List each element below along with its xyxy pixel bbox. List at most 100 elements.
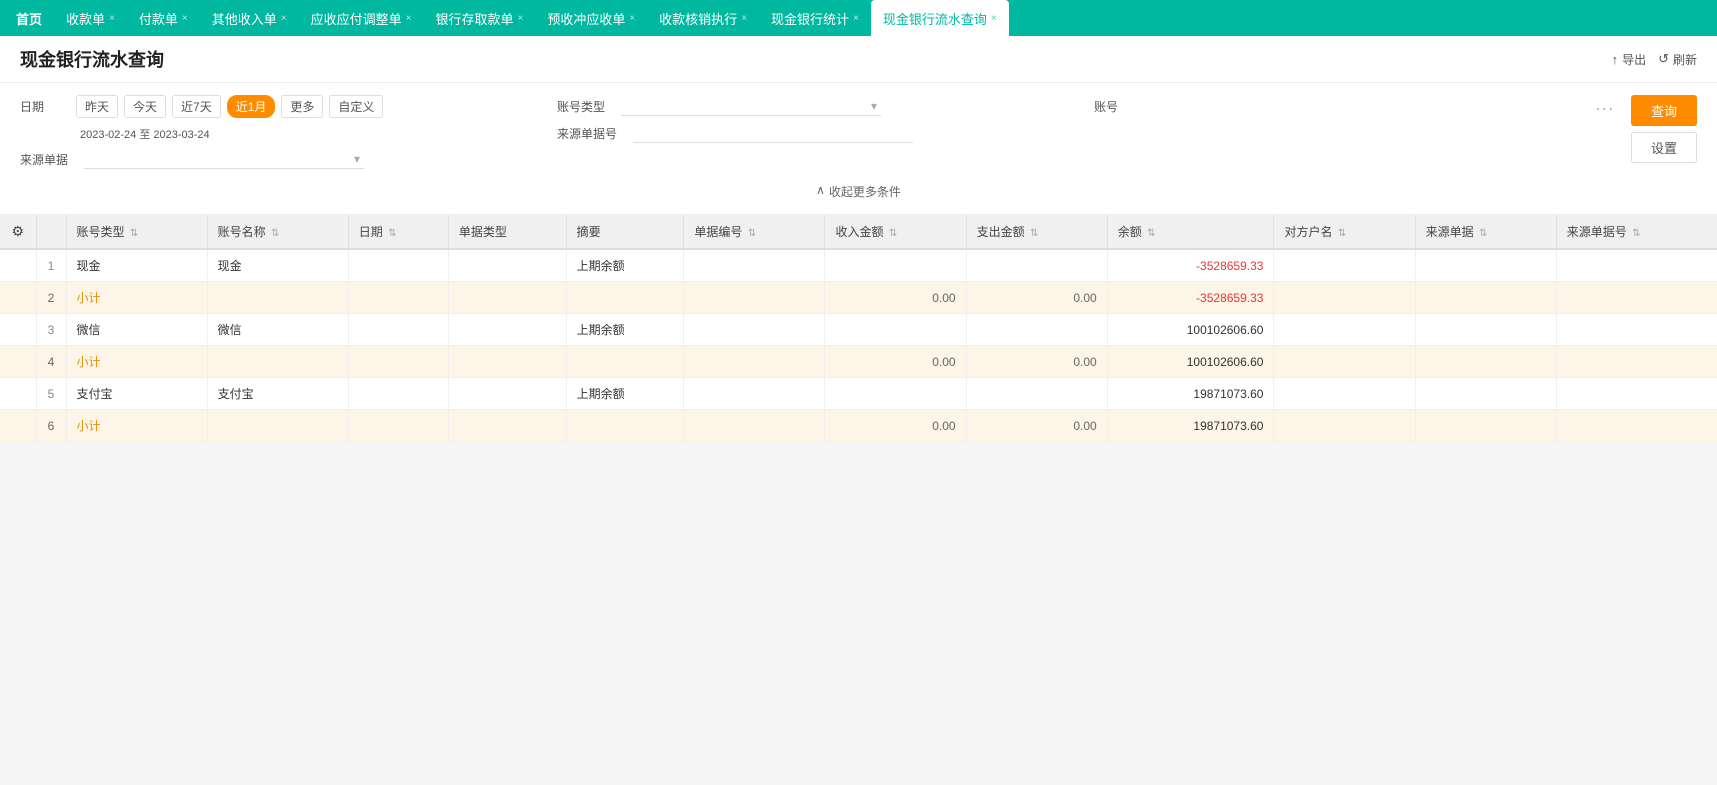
td-account-type: 小计 (66, 282, 207, 314)
account-type-select[interactable]: ▾ (621, 97, 881, 116)
account-label: 账号 (1094, 98, 1134, 115)
source-doc-label: 来源单据 (20, 151, 68, 168)
nav-tab-付款单[interactable]: 付款单× (127, 0, 200, 36)
th-income[interactable]: 收入金额 ⇅ (825, 215, 966, 249)
td-doc-no (684, 378, 825, 410)
td-date (348, 249, 448, 282)
th-gear[interactable]: ⚙ (0, 215, 36, 249)
th-expense[interactable]: 支出金额 ⇅ (966, 215, 1107, 249)
nav-tab-现金银行流水查询[interactable]: 现金银行流水查询× (871, 0, 1009, 36)
nav-tab-预收冲应收单[interactable]: 预收冲应收单× (535, 0, 647, 36)
td-expense (966, 314, 1107, 346)
td-income: 0.00 (825, 282, 966, 314)
nav-tab-close-icon[interactable]: × (517, 13, 523, 24)
date-option-更多[interactable]: 更多 (281, 95, 323, 118)
settings-button[interactable]: 设置 (1631, 132, 1697, 163)
th-source-doc[interactable]: 来源单据 ⇅ (1415, 215, 1556, 249)
td-doc-no (684, 282, 825, 314)
td-counterpart (1274, 249, 1415, 282)
td-date (348, 314, 448, 346)
page-header: 现金银行流水查询 ↑ 导出 ↺ 刷新 (0, 36, 1717, 83)
date-label: 日期 (20, 98, 60, 115)
td-num: 5 (36, 378, 66, 410)
td-gear (0, 282, 36, 314)
table-row: 5 支付宝 支付宝 上期余额 19871073.60 (0, 378, 1717, 410)
td-account-name: 微信 (207, 314, 348, 346)
th-counterpart[interactable]: 对方户名 ⇅ (1274, 215, 1415, 249)
nav-tab-close-icon[interactable]: × (853, 13, 859, 24)
td-account-type: 支付宝 (66, 378, 207, 410)
th-source-doc-no[interactable]: 来源单据号 ⇅ (1556, 215, 1717, 249)
nav-tab-close-icon[interactable]: × (109, 13, 115, 24)
td-income (825, 249, 966, 282)
table-row: 4 小计 0.00 0.00 100102606.60 (0, 346, 1717, 378)
th-account-name[interactable]: 账号名称 ⇅ (207, 215, 348, 249)
nav-tab-现金银行统计[interactable]: 现金银行统计× (759, 0, 871, 36)
account-more-button[interactable]: ... (1596, 97, 1615, 115)
nav-tab-close-icon[interactable]: × (281, 13, 287, 24)
td-income: 0.00 (825, 346, 966, 378)
filter-area: 日期 昨天今天近7天近1月更多自定义 2023-02-24 至 2023-03-… (0, 83, 1717, 215)
th-doc-type: 单据类型 (448, 215, 566, 249)
td-date (348, 282, 448, 314)
source-doc-num-input[interactable] (633, 124, 913, 143)
th-balance[interactable]: 余额 ⇅ (1107, 215, 1274, 249)
collapse-bar[interactable]: ∧ 收起更多条件 (20, 177, 1697, 206)
nav-tab-其他收入单[interactable]: 其他收入单× (200, 0, 299, 36)
table-row: 1 现金 现金 上期余额 -3528659.33 (0, 249, 1717, 282)
nav-tab-应收应付调整单[interactable]: 应收应付调整单× (299, 0, 424, 36)
nav-tab-close-icon[interactable]: × (741, 13, 747, 24)
td-doc-no (684, 410, 825, 442)
td-num: 4 (36, 346, 66, 378)
td-source-doc-no (1556, 282, 1717, 314)
td-date (348, 378, 448, 410)
nav-tab-close-icon[interactable]: × (406, 13, 412, 24)
date-option-今天[interactable]: 今天 (124, 95, 166, 118)
td-account-type: 小计 (66, 346, 207, 378)
nav-tab-银行存取款单[interactable]: 银行存取款单× (423, 0, 535, 36)
td-counterpart (1274, 346, 1415, 378)
td-doc-type (448, 346, 566, 378)
query-button[interactable]: 查询 (1631, 95, 1697, 126)
source-doc-select[interactable]: ▾ (84, 150, 364, 169)
filter-row-account-type: 账号类型 ▾ (557, 97, 1078, 116)
table-container: ⚙ 账号类型 ⇅ 账号名称 ⇅ 日期 ⇅ 单据类型 摘要 单据编号 ⇅ 收入金额… (0, 215, 1717, 442)
collapse-label: 收起更多条件 (829, 183, 901, 200)
nav-tab-close-icon[interactable]: × (991, 13, 997, 24)
filter-row-source: 来源单据 ▾ (20, 150, 541, 169)
export-button[interactable]: ↑ 导出 (1612, 51, 1647, 68)
td-expense: 0.00 (966, 410, 1107, 442)
table-row: 3 微信 微信 上期余额 100102606.60 (0, 314, 1717, 346)
td-expense: 0.00 (966, 346, 1107, 378)
th-account-type[interactable]: 账号类型 ⇅ (66, 215, 207, 249)
date-option-近1月[interactable]: 近1月 (227, 95, 276, 118)
date-option-自定义[interactable]: 自定义 (329, 95, 383, 118)
refresh-button[interactable]: ↺ 刷新 (1658, 51, 1697, 68)
date-option-近7天[interactable]: 近7天 (172, 95, 221, 118)
filter-row-date: 日期 昨天今天近7天近1月更多自定义 (20, 95, 541, 118)
nav-tab-close-icon[interactable]: × (182, 13, 188, 24)
td-gear (0, 346, 36, 378)
nav-home[interactable]: 首页 (4, 0, 54, 36)
td-date (348, 410, 448, 442)
date-option-昨天[interactable]: 昨天 (76, 95, 118, 118)
td-summary (566, 410, 684, 442)
filter-row-source-num: 来源单据号 (557, 124, 1078, 143)
nav-tab-收款单[interactable]: 收款单× (54, 0, 127, 36)
th-date[interactable]: 日期 ⇅ (348, 215, 448, 249)
header-actions: ↑ 导出 ↺ 刷新 (1612, 51, 1697, 68)
td-account-name (207, 410, 348, 442)
td-expense: 0.00 (966, 282, 1107, 314)
td-source-doc (1415, 249, 1556, 282)
th-doc-no[interactable]: 单据编号 ⇅ (684, 215, 825, 249)
refresh-icon: ↺ (1658, 51, 1669, 67)
table-header-row: ⚙ 账号类型 ⇅ 账号名称 ⇅ 日期 ⇅ 单据类型 摘要 单据编号 ⇅ 收入金额… (0, 215, 1717, 249)
nav-tab-close-icon[interactable]: × (629, 13, 635, 24)
td-source-doc-no (1556, 249, 1717, 282)
td-gear (0, 314, 36, 346)
td-source-doc (1415, 410, 1556, 442)
td-income (825, 378, 966, 410)
td-account-name: 现金 (207, 249, 348, 282)
nav-tab-收款核销执行[interactable]: 收款核销执行× (647, 0, 759, 36)
td-counterpart (1274, 314, 1415, 346)
